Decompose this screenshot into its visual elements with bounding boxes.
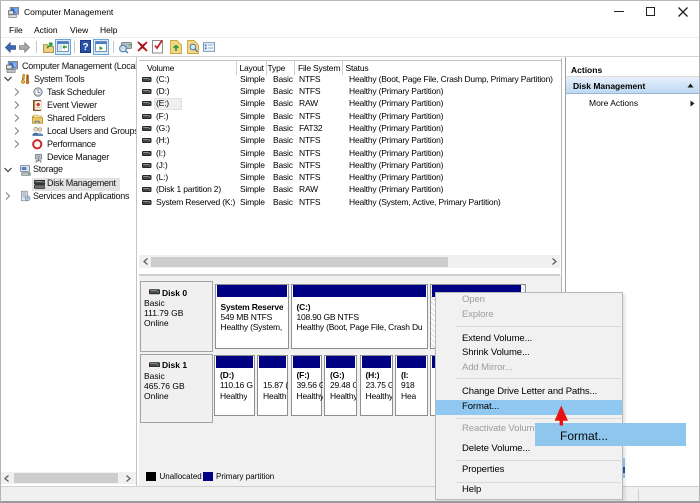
svg-text:?: ? [82,42,88,53]
